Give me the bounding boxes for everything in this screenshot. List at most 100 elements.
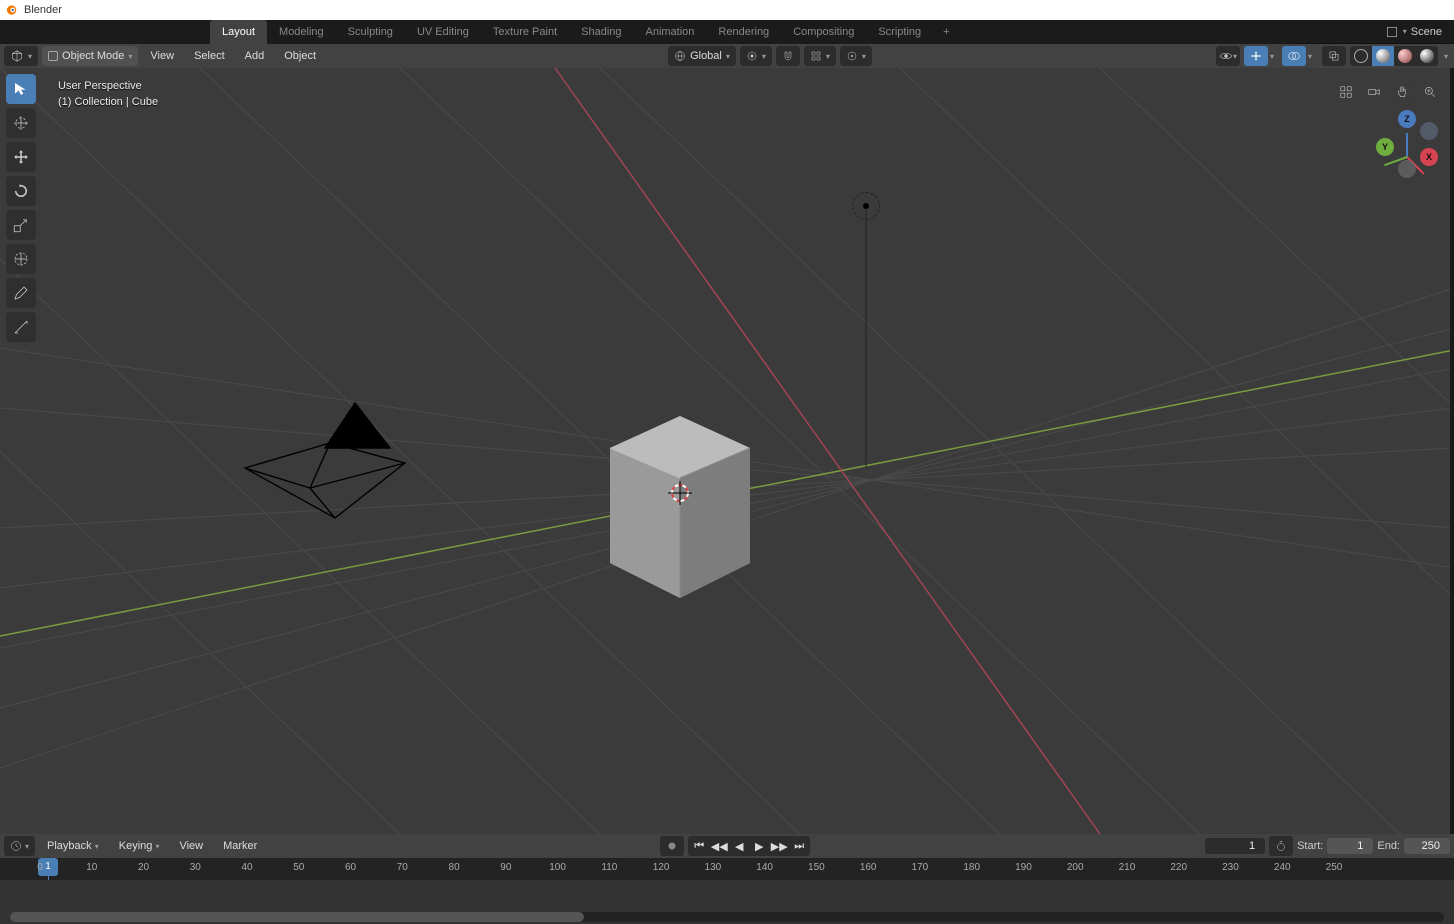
axis-z[interactable]: Z [1398,110,1416,128]
mode-label: Object Mode [62,50,124,62]
gizmo-icon [1249,49,1263,63]
scene-selector[interactable]: ▾ Scene [1377,21,1450,43]
menu-edit[interactable]: Edit [72,22,111,42]
viewport-3d[interactable]: User Perspective (1) Collection | Cube Z… [0,68,1454,834]
play-reverse[interactable]: ◀ [730,838,748,854]
light-object[interactable] [852,192,880,220]
viewport-menu-object[interactable]: Object [276,50,324,62]
add-workspace-button[interactable]: + [933,20,959,44]
tool-move[interactable] [6,142,36,172]
nav-zoom[interactable] [1418,80,1442,104]
tab-shading[interactable]: Shading [569,20,633,44]
overlay-toggle[interactable] [1282,46,1306,66]
tab-uv-editing[interactable]: UV Editing [405,20,481,44]
xray-toggle[interactable] [1322,46,1346,66]
app-icon[interactable] [10,23,28,41]
scrollbar-thumb[interactable] [10,912,584,922]
view3d-icon [10,49,24,63]
axis-neg-z[interactable] [1398,160,1416,178]
start-label: Start: [1297,840,1323,852]
globe-icon [674,50,686,62]
shading-rendered[interactable] [1416,46,1438,66]
play-forward[interactable]: ▶ [750,838,768,854]
axis-gizmo[interactable]: Z X Y [1372,110,1442,180]
transform-orientation[interactable]: Global ▾ [668,46,736,66]
editor-type-button[interactable]: ▾ [4,46,38,66]
material-sphere-icon [1398,49,1412,63]
mode-selector[interactable]: Object Mode ▾ [42,46,138,66]
prev-keyframe[interactable]: ◀◀ [710,838,728,854]
shading-solid[interactable] [1372,46,1394,66]
tab-layout[interactable]: Layout [210,20,267,44]
menu-render[interactable]: Render [111,22,167,42]
timeline-menu-keying[interactable]: Keying ▾ [111,840,168,852]
viewport-header: ▾ Object Mode ▾ View Select Add Object G… [0,44,1454,68]
tool-shelf [6,74,36,342]
viewport-menu-add[interactable]: Add [237,50,273,62]
timeline-scrollbar[interactable] [10,912,1444,922]
eye-icon [1219,49,1233,63]
timeline-menu-playback[interactable]: Playback ▾ [39,840,107,852]
nav-grid-icon[interactable] [1334,80,1358,104]
snap-target[interactable]: ▾ [804,46,836,66]
tab-animation[interactable]: Animation [634,20,707,44]
ruler-tick: 200 [1067,862,1084,873]
gizmo-toggle[interactable] [1244,46,1268,66]
timeline-editor-type[interactable]: ▾ [4,836,35,856]
end-frame-field[interactable]: 250 [1404,838,1450,854]
tab-texture-paint[interactable]: Texture Paint [481,20,569,44]
properties-panel-edge[interactable] [1450,68,1454,834]
start-frame-field[interactable]: 1 [1327,838,1373,854]
axis-x[interactable]: X [1420,148,1438,166]
tab-rendering[interactable]: Rendering [706,20,781,44]
ruler-tick: 120 [653,862,670,873]
ruler-tick: 240 [1274,862,1291,873]
navigation-cluster: Z X Y [1334,80,1442,180]
tool-cursor[interactable] [6,108,36,138]
shading-material[interactable] [1394,46,1416,66]
tab-scripting[interactable]: Scripting [866,20,933,44]
orientation-label: Global [690,50,722,62]
ruler-tick: 170 [912,862,929,873]
ruler-tick: 100 [549,862,566,873]
scene-icon [1385,25,1399,39]
snap-toggle[interactable] [776,46,800,66]
proportional-edit[interactable]: ▾ [840,46,872,66]
tool-measure[interactable] [6,312,36,342]
shading-wireframe[interactable] [1350,46,1372,66]
axis-y[interactable]: Y [1376,138,1394,156]
timeline-ruler[interactable]: 1 01020304050607080901001101201301401501… [0,858,1454,880]
nav-camera-view[interactable] [1362,80,1386,104]
viewport-menu-select[interactable]: Select [186,50,233,62]
tab-compositing[interactable]: Compositing [781,20,866,44]
tool-rotate[interactable] [6,176,36,206]
nav-pan[interactable] [1390,80,1414,104]
ruler-tick: 210 [1119,862,1136,873]
tool-select-box[interactable] [6,74,36,104]
axis-neg-y[interactable] [1420,122,1438,140]
record-icon [666,840,678,852]
timeline-menu-view[interactable]: View [171,840,211,852]
tool-transform[interactable] [6,244,36,274]
next-keyframe[interactable]: ▶▶ [770,838,788,854]
window-titlebar: Blender [0,0,1454,20]
use-preview-range[interactable] [1269,836,1293,856]
current-frame-field[interactable]: 1 [1205,838,1265,854]
ruler-tick: 10 [86,862,97,873]
tool-annotate[interactable] [6,278,36,308]
jump-end[interactable]: ⏭ [790,838,808,854]
visibility-button[interactable]: ▾ [1216,46,1240,66]
timeline-track[interactable] [0,880,1454,924]
tool-scale[interactable] [6,210,36,240]
xray-icon [1327,49,1341,63]
viewport-menu-view[interactable]: View [142,50,182,62]
ruler-tick: 30 [190,862,201,873]
tab-sculpting[interactable]: Sculpting [336,20,405,44]
autokey-toggle[interactable] [660,836,684,856]
timeline-menu-marker[interactable]: Marker [215,840,265,852]
jump-start[interactable]: ⏮ [690,838,708,854]
menu-file[interactable]: File [34,22,72,42]
pivot-point[interactable]: ▾ [740,46,772,66]
tab-modeling[interactable]: Modeling [267,20,336,44]
ruler-tick: 70 [397,862,408,873]
